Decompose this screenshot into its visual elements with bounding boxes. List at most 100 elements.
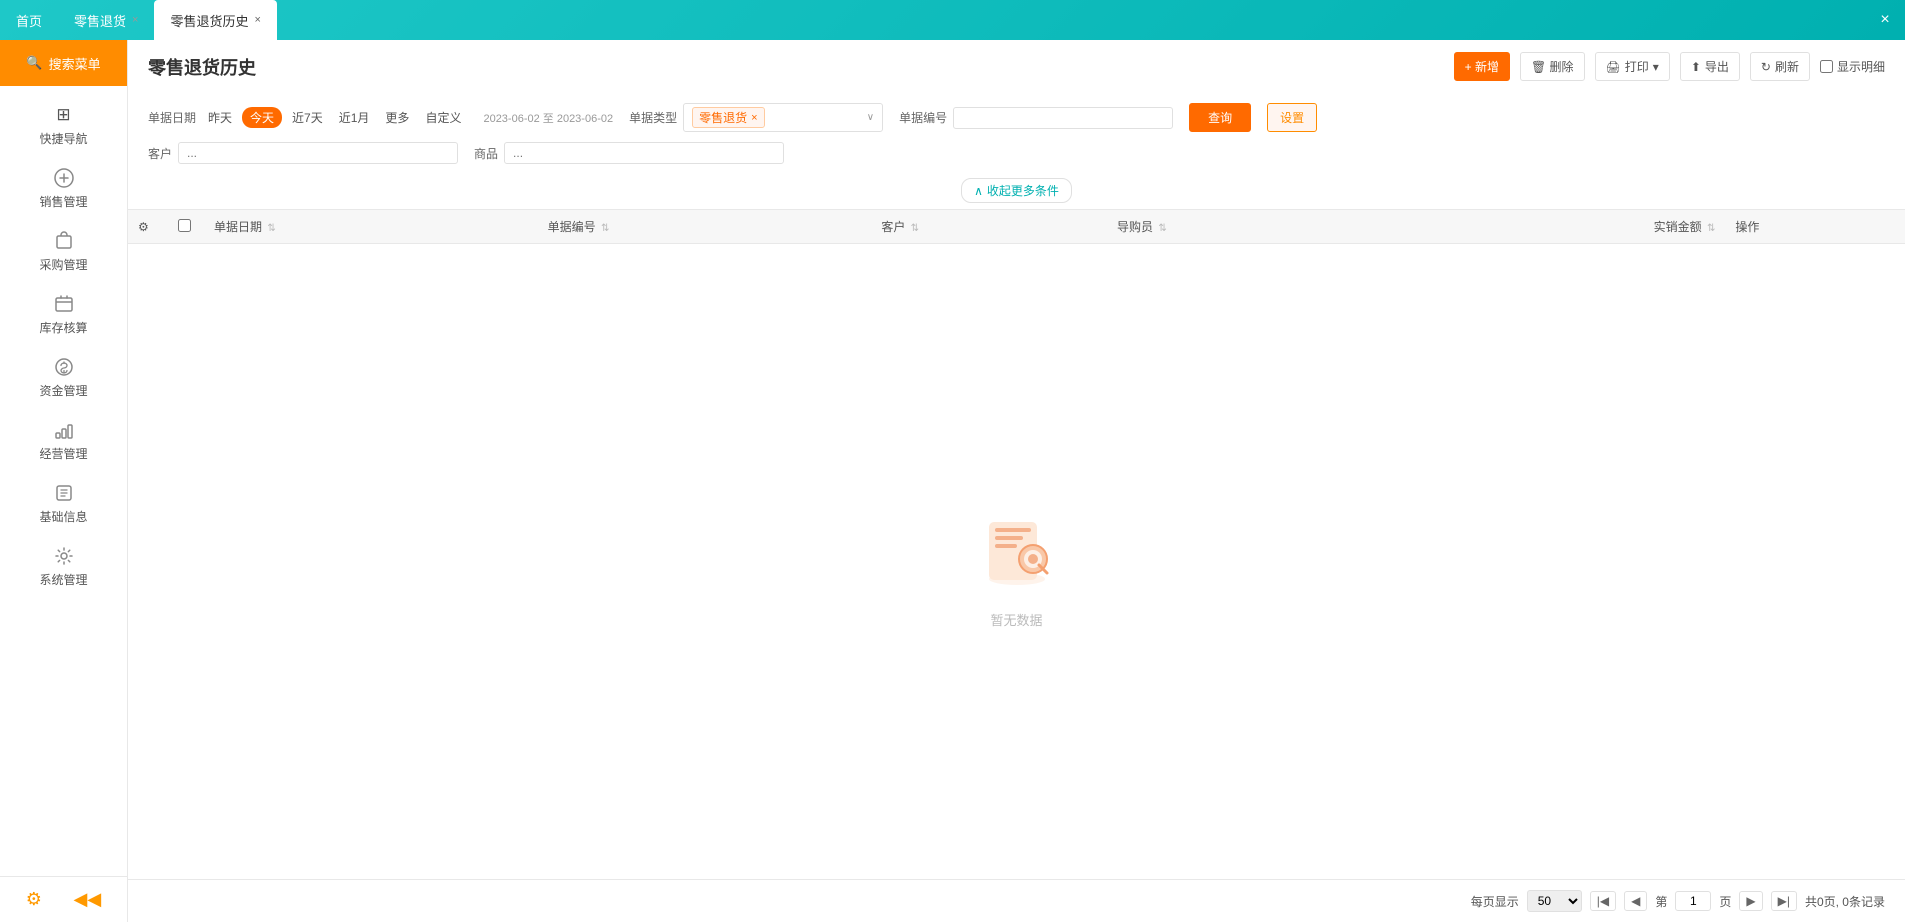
- col-doc-date[interactable]: 单据日期 ⇅: [204, 210, 538, 244]
- custom-btn[interactable]: 自定义: [419, 107, 467, 128]
- tab-retail-return-history-label: 零售退货历史: [170, 11, 248, 30]
- sidebar-item-inventory[interactable]: 库存核算: [0, 283, 127, 346]
- audio-bottom-button[interactable]: ◀◀: [74, 889, 102, 910]
- top-tabs: 首页 零售退货 × 零售退货历史 ×: [0, 0, 1865, 40]
- sidebar-search-button[interactable]: 🔍 搜索菜单: [0, 40, 127, 86]
- amount-sort-icon: ⇅: [1707, 223, 1715, 234]
- customer-input[interactable]: [178, 142, 458, 164]
- query-button[interactable]: 查询: [1189, 103, 1251, 132]
- page-label: 第: [1655, 893, 1667, 910]
- doc-number-input[interactable]: [953, 107, 1173, 129]
- sidebar-item-finance-label: 资金管理: [39, 382, 87, 399]
- col-doc-number[interactable]: 单据编号 ⇅: [538, 210, 872, 244]
- operations-icon: [53, 419, 75, 441]
- col-actual-amount[interactable]: 实销金额 ⇅: [1392, 210, 1726, 244]
- table-header-row: ⚙ 单据日期 ⇅ 单据编号 ⇅: [128, 210, 1905, 244]
- date-shortcuts: 昨天 今天 近7天 近1月 更多 自定义: [202, 107, 467, 128]
- col-settings-icon[interactable]: ⚙: [138, 220, 149, 234]
- total-info: 共0页, 0条记录: [1805, 893, 1885, 910]
- filter-row-2: 客户 商品: [148, 142, 1885, 164]
- page-number-input[interactable]: [1675, 891, 1711, 911]
- tab-home-label: 首页: [16, 11, 42, 30]
- tab-retail-return-label: 零售退货: [74, 11, 126, 30]
- collapse-button[interactable]: ∧ 收起更多条件: [961, 178, 1072, 203]
- main-content: 零售退货历史 + 新增 🗑 删除 🖨 🖨 打印 打印 ▾ ⬆ 导出: [128, 40, 1905, 922]
- sidebar-item-system-label: 系统管理: [39, 571, 87, 588]
- tab-retail-return-history-close[interactable]: ×: [254, 14, 260, 26]
- sidebar-item-quick-nav[interactable]: ⊞ 快捷导航: [0, 94, 127, 157]
- empty-state: 暂无数据: [128, 244, 1905, 879]
- last-page-button[interactable]: ▶|: [1771, 891, 1797, 911]
- date-range-text: 2023-06-02 至 2023-06-02: [483, 110, 613, 126]
- purchase-icon: [53, 230, 75, 252]
- today-btn[interactable]: 今天: [242, 107, 282, 128]
- customer-label: 客户: [148, 145, 172, 162]
- delete-button[interactable]: 🗑 删除: [1520, 52, 1585, 81]
- page-title: 零售退货历史: [148, 54, 256, 80]
- content-body: ⚙ 单据日期 ⇅ 单据编号 ⇅: [128, 210, 1905, 922]
- print-button[interactable]: 🖨 🖨 打印 打印 ▾: [1595, 52, 1670, 81]
- customer-sort-icon: ⇅: [911, 223, 919, 234]
- settings-button[interactable]: 设置: [1267, 103, 1317, 132]
- new-button[interactable]: + 新增: [1454, 52, 1510, 81]
- prev-page-button[interactable]: ◀: [1624, 891, 1647, 911]
- goods-filter: 商品: [474, 142, 784, 164]
- sidebar-item-basic-info-label: 基础信息: [39, 508, 87, 525]
- select-all-checkbox[interactable]: [178, 219, 191, 232]
- tab-home[interactable]: 首页: [0, 0, 58, 40]
- refresh-button[interactable]: ↻ 刷新: [1750, 52, 1810, 81]
- collapse-row: ∧ 收起更多条件: [148, 174, 1885, 209]
- col-guide[interactable]: 导购员 ⇅: [1107, 210, 1392, 244]
- pagination-bar: 每页显示 50 10 20 100 |◀ ◀ 第 页 ▶ ▶| 共0页, 0条记…: [128, 879, 1905, 922]
- tab-retail-return-history[interactable]: 零售退货历史 ×: [154, 0, 276, 40]
- doc-type-select[interactable]: 零售退货 × ∨: [683, 103, 883, 132]
- date-filter: 单据日期 昨天 今天 近7天 近1月 更多 自定义: [148, 107, 467, 128]
- top-bar: 首页 零售退货 × 零售退货历史 × ×: [0, 0, 1905, 40]
- export-button[interactable]: ⬆ 导出: [1680, 52, 1740, 81]
- search-icon: 🔍: [26, 55, 42, 71]
- doc-type-tag-close[interactable]: ×: [751, 112, 757, 124]
- main-layout: 🔍 搜索菜单 ⊞ 快捷导航 销售管理 采购管理: [0, 40, 1905, 922]
- date-filter-label: 单据日期: [148, 109, 196, 126]
- guide-sort-icon: ⇅: [1158, 223, 1166, 234]
- window-close-button[interactable]: ×: [1865, 0, 1905, 40]
- tab-retail-return[interactable]: 零售退货 ×: [58, 0, 154, 40]
- sidebar-item-sales-mgmt[interactable]: 销售管理: [0, 157, 127, 220]
- show-detail-checkbox-label[interactable]: 显示明细: [1820, 58, 1885, 75]
- sidebar-item-purchase-mgmt[interactable]: 采购管理: [0, 220, 127, 283]
- doc-number-label: 单据编号: [899, 109, 947, 126]
- date-range-item: 2023-06-02 至 2023-06-02: [483, 110, 613, 126]
- goods-input[interactable]: [504, 142, 784, 164]
- doc-date-sort-icon: ⇅: [267, 223, 275, 234]
- more-btn[interactable]: 更多: [379, 107, 415, 128]
- yesterday-btn[interactable]: 昨天: [202, 107, 238, 128]
- collapse-icon: ∧: [974, 184, 983, 198]
- collapse-label: 收起更多条件: [987, 182, 1059, 199]
- col-customer[interactable]: 客户 ⇅: [871, 210, 1107, 244]
- last1month-btn[interactable]: 近1月: [333, 107, 376, 128]
- sidebar-item-finance[interactable]: 资金管理: [0, 346, 127, 409]
- show-detail-checkbox[interactable]: [1820, 60, 1833, 73]
- settings-bottom-button[interactable]: ⚙: [26, 889, 42, 910]
- refresh-icon: ↻: [1761, 60, 1771, 74]
- doc-type-filter: 单据类型 零售退货 × ∨: [629, 103, 883, 132]
- sidebar-item-operations-label: 经营管理: [39, 445, 87, 462]
- sidebar-item-operations[interactable]: 经营管理: [0, 409, 127, 472]
- last7days-btn[interactable]: 近7天: [286, 107, 329, 128]
- next-page-button[interactable]: ▶: [1739, 891, 1762, 911]
- sidebar-item-basic-info[interactable]: 基础信息: [0, 472, 127, 535]
- empty-text: 暂无数据: [990, 610, 1042, 629]
- sidebar-item-sales-label: 销售管理: [39, 193, 87, 210]
- first-page-button[interactable]: |◀: [1590, 891, 1616, 911]
- page-size-select[interactable]: 50 10 20 100: [1527, 890, 1582, 912]
- basic-info-icon: [53, 482, 75, 504]
- sidebar-item-system-mgmt[interactable]: 系统管理: [0, 535, 127, 598]
- print-dropdown-arrow: ▾: [1653, 60, 1659, 74]
- doc-type-tag-label: 零售退货: [699, 109, 747, 126]
- close-icon: ×: [1880, 11, 1889, 29]
- tab-retail-return-close[interactable]: ×: [132, 14, 138, 26]
- doc-type-label: 单据类型: [629, 109, 677, 126]
- filter-row-1: 单据日期 昨天 今天 近7天 近1月 更多 自定义 2023-06-02 至 2…: [148, 103, 1885, 132]
- home-icon: ⊞: [53, 104, 75, 126]
- toolbar: + 新增 🗑 删除 🖨 🖨 打印 打印 ▾ ⬆ 导出 ↻ 刷新: [1454, 52, 1885, 81]
